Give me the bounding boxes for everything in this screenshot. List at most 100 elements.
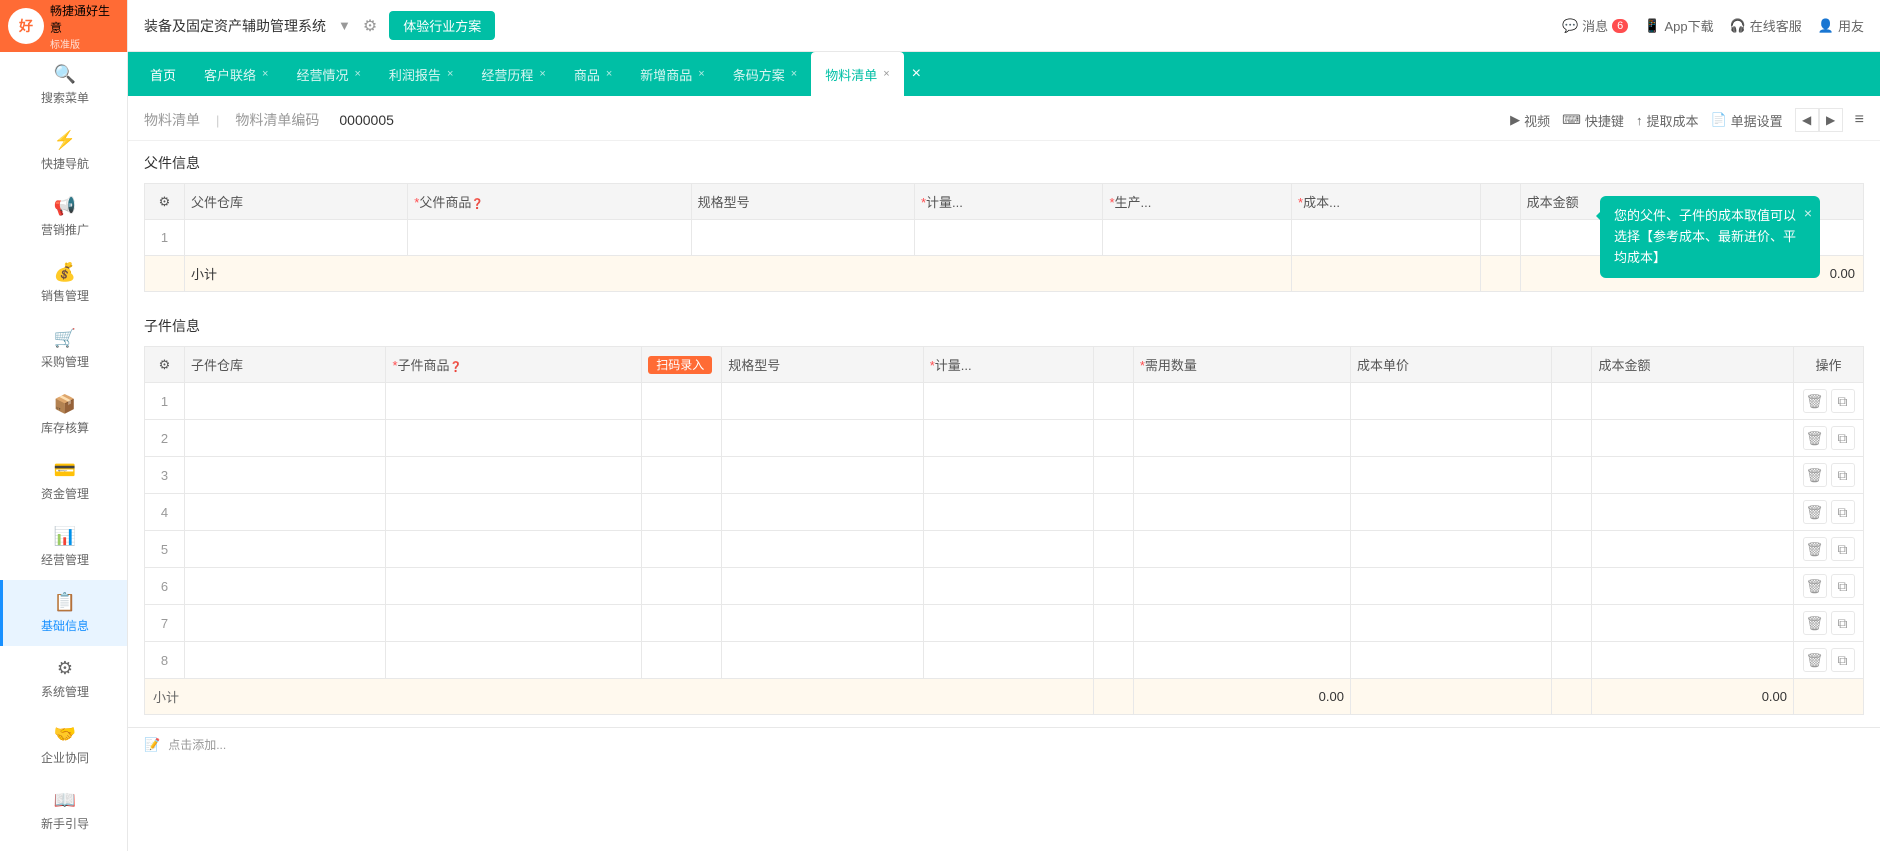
child-row-6-warehouse[interactable] bbox=[185, 568, 386, 605]
child-row-6-unit[interactable] bbox=[923, 568, 1093, 605]
child-row-1-product[interactable] bbox=[386, 383, 642, 420]
child-row-8-warehouse[interactable] bbox=[185, 642, 386, 679]
tab-operation[interactable]: 经营情况 × bbox=[282, 52, 374, 96]
parent-row-1-product[interactable] bbox=[408, 220, 691, 256]
tab-bom[interactable]: 物料清单 × bbox=[811, 52, 903, 96]
child-row-1-quantity[interactable] bbox=[1133, 383, 1350, 420]
tab-customer-close[interactable]: × bbox=[262, 68, 268, 80]
sidebar-item-enterprise[interactable]: 🤝 企业协同 bbox=[0, 712, 127, 778]
parent-row-1-warehouse[interactable] bbox=[185, 220, 408, 256]
delete-row-1-button[interactable]: 🗑 bbox=[1803, 389, 1827, 413]
nav-prev-button[interactable]: ◀ bbox=[1795, 108, 1819, 132]
child-row-4-unit[interactable] bbox=[923, 494, 1093, 531]
sidebar-item-quicknav[interactable]: ⚡ 快捷导航 bbox=[0, 118, 127, 184]
tab-goods[interactable]: 商品 × bbox=[560, 52, 626, 96]
child-row-2-cost-unit[interactable] bbox=[1350, 420, 1551, 457]
tab-barcode[interactable]: 条码方案 × bbox=[719, 52, 811, 96]
nav-next-button[interactable]: ▶ bbox=[1819, 108, 1843, 132]
tab-goods-close[interactable]: × bbox=[606, 68, 612, 80]
sidebar-item-search[interactable]: 🔍 搜索菜单 bbox=[0, 52, 127, 118]
sidebar-item-basic-info[interactable]: 📋 基础信息 bbox=[0, 580, 127, 646]
child-row-5-cost-unit[interactable] bbox=[1350, 531, 1551, 568]
sidebar-item-finance[interactable]: 💳 资金管理 bbox=[0, 448, 127, 514]
scan-input-button[interactable]: 扫码录入 bbox=[648, 356, 712, 374]
tab-profit[interactable]: 利润报告 × bbox=[375, 52, 467, 96]
child-col-settings[interactable]: ⚙ bbox=[145, 347, 185, 383]
tab-history-close[interactable]: × bbox=[539, 68, 545, 80]
child-row-3-cost-unit[interactable] bbox=[1350, 457, 1551, 494]
child-row-3-unit[interactable] bbox=[923, 457, 1093, 494]
tab-history[interactable]: 经营历程 × bbox=[467, 52, 559, 96]
copy-row-3-button[interactable]: ⧉ bbox=[1831, 463, 1855, 487]
shortcut-button[interactable]: ⌨ 快捷键 bbox=[1562, 111, 1624, 130]
copy-row-6-button[interactable]: ⧉ bbox=[1831, 574, 1855, 598]
delete-row-7-button[interactable]: 🗑 bbox=[1803, 611, 1827, 635]
tab-barcode-close[interactable]: × bbox=[791, 68, 797, 80]
parent-col-settings[interactable]: ⚙ bbox=[145, 184, 185, 220]
child-row-5-quantity[interactable] bbox=[1133, 531, 1350, 568]
parent-row-1-produce[interactable] bbox=[1103, 220, 1292, 256]
message-button[interactable]: 💬 消息 6 bbox=[1562, 16, 1628, 35]
sidebar-item-management[interactable]: 📊 经营管理 bbox=[0, 514, 127, 580]
sidebar-item-inventory[interactable]: 📦 库存核算 bbox=[0, 382, 127, 448]
copy-row-8-button[interactable]: ⧉ bbox=[1831, 648, 1855, 672]
child-row-2-spec[interactable] bbox=[722, 420, 923, 457]
copy-row-7-button[interactable]: ⧉ bbox=[1831, 611, 1855, 635]
sidebar-item-marketing[interactable]: 📢 营销推广 bbox=[0, 184, 127, 250]
child-row-3-warehouse[interactable] bbox=[185, 457, 386, 494]
child-row-1-warehouse[interactable] bbox=[185, 383, 386, 420]
child-row-8-quantity[interactable] bbox=[1133, 642, 1350, 679]
child-row-3-quantity[interactable] bbox=[1133, 457, 1350, 494]
sidebar-item-purchase[interactable]: 🛒 采购管理 bbox=[0, 316, 127, 382]
child-row-4-cost-unit[interactable] bbox=[1350, 494, 1551, 531]
child-row-4-spec[interactable] bbox=[722, 494, 923, 531]
app-download-button[interactable]: 📱 App下载 bbox=[1644, 16, 1713, 35]
delete-row-5-button[interactable]: 🗑 bbox=[1803, 537, 1827, 561]
child-row-4-quantity[interactable] bbox=[1133, 494, 1350, 531]
sidebar-item-system[interactable]: ⚙ 系统管理 bbox=[0, 646, 127, 712]
sidebar-item-guide[interactable]: 📖 新手引导 bbox=[0, 778, 127, 844]
child-row-2-unit[interactable] bbox=[923, 420, 1093, 457]
child-row-7-warehouse[interactable] bbox=[185, 605, 386, 642]
extract-cost-button[interactable]: ↑ 提取成本 bbox=[1636, 111, 1699, 130]
child-row-2-quantity[interactable] bbox=[1133, 420, 1350, 457]
child-row-7-cost-unit[interactable] bbox=[1350, 605, 1551, 642]
child-row-7-product[interactable] bbox=[386, 605, 642, 642]
child-row-1-spec[interactable] bbox=[722, 383, 923, 420]
child-row-4-warehouse[interactable] bbox=[185, 494, 386, 531]
settings-icon[interactable]: ⚙ bbox=[363, 16, 377, 36]
child-row-3-product[interactable] bbox=[386, 457, 642, 494]
sidebar-item-sales[interactable]: 💰 销售管理 bbox=[0, 250, 127, 316]
child-row-6-cost-unit[interactable] bbox=[1350, 568, 1551, 605]
online-service-button[interactable]: 🎧 在线客服 bbox=[1730, 16, 1802, 35]
child-row-6-product[interactable] bbox=[386, 568, 642, 605]
copy-row-5-button[interactable]: ⧉ bbox=[1831, 537, 1855, 561]
copy-row-1-button[interactable]: ⧉ bbox=[1831, 389, 1855, 413]
tab-bom-close[interactable]: × bbox=[883, 68, 889, 80]
child-row-5-product[interactable] bbox=[386, 531, 642, 568]
child-row-7-spec[interactable] bbox=[722, 605, 923, 642]
copy-row-2-button[interactable]: ⧉ bbox=[1831, 426, 1855, 450]
child-row-3-spec[interactable] bbox=[722, 457, 923, 494]
parent-row-1-spec[interactable] bbox=[691, 220, 914, 256]
delete-row-8-button[interactable]: 🗑 bbox=[1803, 648, 1827, 672]
delete-row-3-button[interactable]: 🗑 bbox=[1803, 463, 1827, 487]
tab-operation-close[interactable]: × bbox=[354, 68, 360, 80]
experience-button[interactable]: 体验行业方案 bbox=[389, 11, 495, 40]
child-row-5-warehouse[interactable] bbox=[185, 531, 386, 568]
delete-row-2-button[interactable]: 🗑 bbox=[1803, 426, 1827, 450]
tooltip-close-button[interactable]: × bbox=[1804, 202, 1812, 224]
nav-close-all[interactable]: × bbox=[904, 65, 929, 83]
tab-customer[interactable]: 客户联络 × bbox=[190, 52, 282, 96]
child-row-8-cost-unit[interactable] bbox=[1350, 642, 1551, 679]
delete-row-4-button[interactable]: 🗑 bbox=[1803, 500, 1827, 524]
child-row-1-cost-unit[interactable] bbox=[1350, 383, 1551, 420]
child-row-6-quantity[interactable] bbox=[1133, 568, 1350, 605]
parent-row-1-unit[interactable] bbox=[914, 220, 1103, 256]
user-button[interactable]: 👤 用友 bbox=[1818, 16, 1864, 35]
breadcrumb-bom[interactable]: 物料清单 bbox=[144, 110, 200, 130]
child-row-6-spec[interactable] bbox=[722, 568, 923, 605]
copy-row-4-button[interactable]: ⧉ bbox=[1831, 500, 1855, 524]
child-row-7-quantity[interactable] bbox=[1133, 605, 1350, 642]
menu-icon[interactable]: ≡ bbox=[1855, 111, 1864, 129]
